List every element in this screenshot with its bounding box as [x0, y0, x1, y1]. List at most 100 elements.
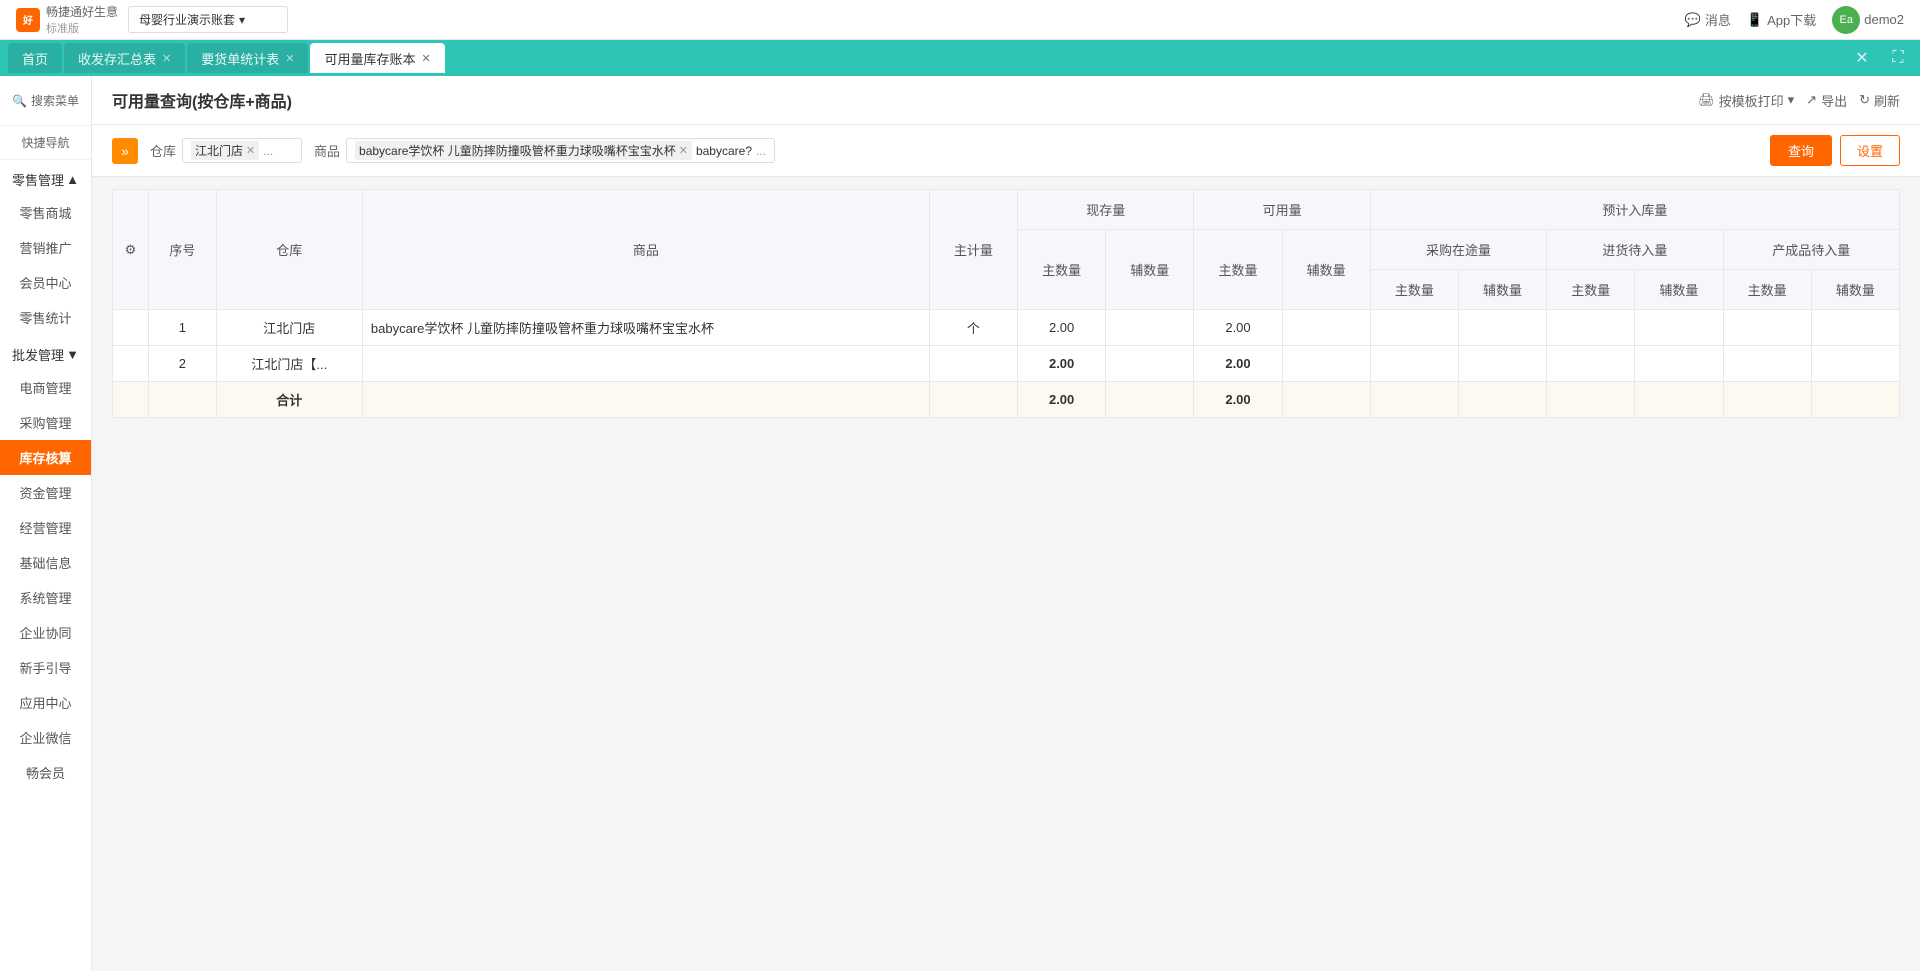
print-icon: 🖨 — [1698, 92, 1715, 108]
sidebar-item-member2[interactable]: 畅会员 — [0, 755, 91, 790]
th-purchase-wait-main: 主数量 — [1547, 270, 1635, 310]
td-purchase-in-main-1 — [1370, 310, 1458, 346]
warehouse-more: ... — [263, 144, 273, 158]
product-tag2: babycare? — [696, 144, 752, 158]
warehouse-tag-remove[interactable]: ✕ — [246, 144, 255, 157]
footer-settings — [113, 382, 149, 418]
th-planned-in-group: 预计入库量 — [1370, 190, 1899, 230]
product-tag-babycare: babycare学饮杯 儿童防摔防撞吸管杯重力球吸嘴杯宝宝水杯 ✕ — [355, 141, 692, 160]
tab-available-stock-close[interactable]: ✕ — [422, 52, 431, 65]
footer-unit — [929, 382, 1017, 418]
th-product: 商品 — [362, 190, 929, 310]
sidebar-group-retail-header[interactable]: 零售管理 ▲ — [0, 160, 91, 195]
filter-bar: » 仓库 江北门店 ✕ ... 商品 babycare学饮杯 儿童防摔防撞吸管杯… — [92, 125, 1920, 177]
product-tag-remove[interactable]: ✕ — [679, 144, 688, 157]
quick-nav-btn[interactable]: 快捷导航 — [0, 126, 91, 160]
quick-nav-label: 快捷导航 — [21, 136, 69, 150]
avatar: Ea — [1832, 6, 1860, 34]
sidebar-group-wholesale-header[interactable]: 批发管理 ▼ — [0, 335, 91, 370]
warehouse-filter-label: 仓库 — [150, 141, 176, 160]
footer-no — [149, 382, 217, 418]
app-download-btn[interactable]: 📱 App下载 — [1747, 10, 1816, 29]
search-icon: 🔍 — [12, 94, 27, 108]
td-purchase-wait-aux-1 — [1635, 310, 1723, 346]
tab-expand-btn[interactable]: ⛶ — [1884, 44, 1912, 72]
sidebar-item-appstore[interactable]: 应用中心 — [0, 685, 91, 720]
footer-purchase-wait-main — [1547, 382, 1635, 418]
sidebar-item-marketing[interactable]: 营销推广 — [0, 230, 91, 265]
warehouse-filter: 仓库 江北门店 ✕ ... — [150, 138, 302, 163]
sidebar-item-ecommerce[interactable]: 电商管理 — [0, 370, 91, 405]
td-settings-1 — [113, 310, 149, 346]
td-settings-2 — [113, 346, 149, 382]
td-product-1: babycare学饮杯 儿童防摔防撞吸管杯重力球吸嘴杯宝宝水杯 — [362, 310, 929, 346]
th-available-group: 可用量 — [1194, 190, 1370, 230]
user-area[interactable]: Ea demo2 — [1832, 6, 1904, 34]
export-label: 导出 — [1821, 91, 1847, 110]
tab-order-stats-close[interactable]: ✕ — [285, 52, 294, 65]
product-more: ... — [756, 144, 766, 158]
tab-close-all-btn[interactable]: ✕ — [1848, 44, 1876, 72]
sidebar-group-retail: 零售管理 ▲ 零售商城 营销推广 会员中心 零售统计 — [0, 160, 91, 335]
warehouse-tags[interactable]: 江北门店 ✕ ... — [182, 138, 302, 163]
th-purchase-wait-group: 进货待入量 — [1547, 230, 1723, 270]
sidebar-item-basic[interactable]: 基础信息 — [0, 545, 91, 580]
settings-button[interactable]: 设置 — [1840, 135, 1900, 166]
user-name: demo2 — [1864, 12, 1904, 27]
query-button[interactable]: 查询 — [1770, 135, 1832, 166]
sidebar-search-label: 搜索菜单 — [31, 92, 79, 109]
warehouse-tag-text: 江北门店 — [195, 142, 243, 159]
tab-bar: 首页 收发存汇总表 ✕ 要货单统计表 ✕ 可用量库存账本 ✕ ✕ ⛶ — [0, 40, 1920, 76]
th-current-stock-group: 现存量 — [1018, 190, 1194, 230]
filter-actions: 查询 设置 — [1770, 135, 1900, 166]
footer-product — [362, 382, 929, 418]
sidebar-item-business[interactable]: 经营管理 — [0, 510, 91, 545]
th-settings[interactable]: ⚙ — [113, 190, 149, 310]
sidebar-group-wholesale: 批发管理 ▼ — [0, 335, 91, 370]
sidebar-item-purchase[interactable]: 采购管理 — [0, 405, 91, 440]
export-icon: ↗ — [1806, 92, 1817, 108]
print-label: 按模板打印 — [1719, 91, 1784, 110]
sidebar-item-finance[interactable]: 资金管理 — [0, 475, 91, 510]
chevron-down-icon: ▼ — [66, 347, 79, 362]
th-unit: 主计量 — [929, 190, 1017, 310]
td-current-main-1: 2.00 — [1018, 310, 1106, 346]
sidebar-item-newbie[interactable]: 新手引导 — [0, 650, 91, 685]
sidebar-item-inventory[interactable]: 库存核算 — [0, 440, 91, 475]
product-tags[interactable]: babycare学饮杯 儿童防摔防撞吸管杯重力球吸嘴杯宝宝水杯 ✕ babyca… — [346, 138, 775, 163]
sidebar-item-member[interactable]: 会员中心 — [0, 265, 91, 300]
expand-icon: » — [121, 143, 129, 159]
sidebar-item-enterprise[interactable]: 企业协同 — [0, 615, 91, 650]
th-available-aux: 辅数量 — [1282, 230, 1370, 310]
th-purchase-in-main: 主数量 — [1370, 270, 1458, 310]
print-btn[interactable]: 🖨 按模板打印 ▾ — [1698, 91, 1794, 110]
refresh-btn[interactable]: ↻ 刷新 — [1859, 91, 1900, 110]
sidebar: 🔍 搜索菜单 快捷导航 零售管理 ▲ 零售商城 营销推广 会员中心 零售统计 批… — [0, 76, 92, 971]
message-icon: 💬 — [1685, 12, 1701, 28]
footer-available-main: 2.00 — [1194, 382, 1282, 418]
tab-order-stats[interactable]: 要货单统计表 ✕ — [187, 43, 308, 73]
top-bar: 好 畅捷通好生意 标准版 母婴行业演示账套 ▾ 💬 消息 📱 App下载 Ea … — [0, 0, 1920, 40]
tab-receive-pay[interactable]: 收发存汇总表 ✕ — [64, 43, 185, 73]
sidebar-item-wechat[interactable]: 企业微信 — [0, 720, 91, 755]
td-unit-1: 个 — [929, 310, 1017, 346]
export-btn[interactable]: ↗ 导出 — [1806, 91, 1847, 110]
sidebar-search-btn[interactable]: 🔍 搜索菜单 — [8, 86, 83, 115]
td-warehouse-2: 江北门店【... — [216, 346, 362, 382]
tab-available-stock[interactable]: 可用量库存账本 ✕ — [310, 43, 444, 73]
sidebar-item-retail-mall[interactable]: 零售商城 — [0, 195, 91, 230]
th-current-main: 主数量 — [1018, 230, 1106, 310]
warehouse-tag-jiangbei: 江北门店 ✕ — [191, 141, 259, 160]
message-btn[interactable]: 💬 消息 — [1685, 10, 1731, 29]
sidebar-item-retail-stats[interactable]: 零售统计 — [0, 300, 91, 335]
filter-expand-btn[interactable]: » — [112, 138, 138, 164]
td-product-wait-aux-1 — [1811, 310, 1899, 346]
sidebar-group-retail-label: 零售管理 — [12, 170, 64, 189]
account-selector[interactable]: 母婴行业演示账套 ▾ — [128, 6, 288, 33]
sidebar-item-system[interactable]: 系统管理 — [0, 580, 91, 615]
th-product-wait-group: 产成品待入量 — [1723, 230, 1899, 270]
tab-home[interactable]: 首页 — [8, 43, 62, 73]
tab-receive-pay-close[interactable]: ✕ — [162, 52, 171, 65]
data-table: ⚙ 序号 仓库 商品 主计量 现存量 可用量 预计入库量 主数量 辅数量 主数量… — [112, 189, 1900, 418]
td-available-main-2: 2.00 — [1194, 346, 1282, 382]
